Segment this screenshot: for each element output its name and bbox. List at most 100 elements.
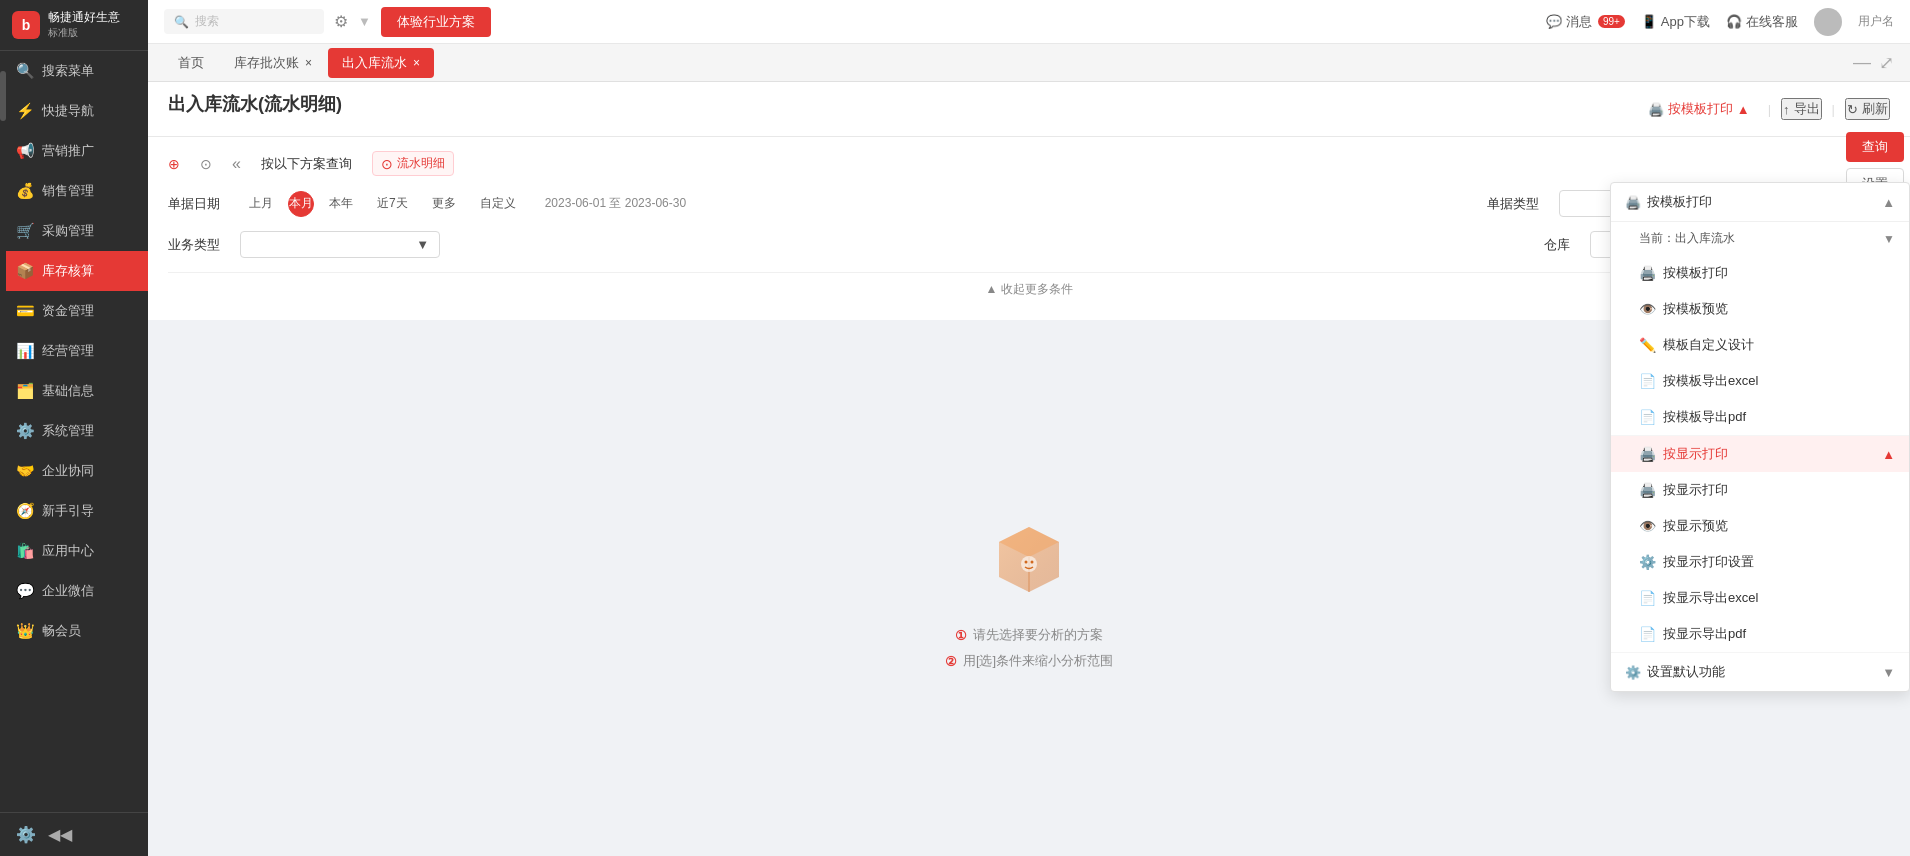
gear-icon[interactable]: ⚙ <box>334 12 348 31</box>
date-more-btn[interactable]: 更多 <box>423 191 465 216</box>
sidebar-item-label: 企业微信 <box>42 582 94 600</box>
sidebar-item-wxwork[interactable]: 💬 企业微信 <box>0 571 148 611</box>
display-print-group-icon: 🖨️ <box>1639 446 1655 462</box>
tab-batch-ledger[interactable]: 库存批次账 × <box>220 48 326 78</box>
sidebar-item-guide[interactable]: 🧭 新手引导 <box>0 491 148 531</box>
wxwork-icon: 💬 <box>16 582 34 600</box>
collapse-icon: ▲ <box>985 282 997 296</box>
dropdown-item-template-excel[interactable]: 📄 按模板导出excel <box>1611 363 1909 399</box>
dropdown-item-display-preview[interactable]: 👁️ 按显示预览 <box>1611 508 1909 544</box>
dropdown-item-display-print-group[interactable]: 🖨️ 按显示打印 ▲ <box>1611 436 1909 472</box>
tabs-bar: 首页 库存批次账 × 出入库流水 × — ⤢ <box>148 44 1910 82</box>
sidebar-item-system[interactable]: ⚙️ 系统管理 <box>0 411 148 451</box>
template-custom-item-label: 模板自定义设计 <box>1663 336 1754 354</box>
app-download-icon: 📱 <box>1641 14 1657 29</box>
brand-info: 畅捷通好生意 标准版 <box>48 10 120 40</box>
dropdown-header: 🖨️ 按模板打印 ▲ <box>1611 183 1909 222</box>
dropdown-item-template-custom[interactable]: ✏️ 模板自定义设计 <box>1611 327 1909 363</box>
sidebar-item-inventory[interactable]: 📦 库存核算 <box>0 251 148 291</box>
display-preview-item-icon: 👁️ <box>1639 518 1655 534</box>
dropdown-header-label: 按模板打印 <box>1647 193 1712 211</box>
template-print-item-label: 按模板打印 <box>1663 264 1728 282</box>
dropdown-footer[interactable]: ⚙️ 设置默认功能 ▼ <box>1611 653 1909 691</box>
display-print-section: 🖨️ 按显示打印 ▲ 🖨️ 按显示打印 👁️ 按显示预览 ⚙️ 按显示打印设置 <box>1611 436 1909 653</box>
dropdown-item-template-pdf[interactable]: 📄 按模板导出pdf <box>1611 399 1909 435</box>
flow-detail-label: 流水明细 <box>397 155 445 172</box>
flow-detail-tag[interactable]: ⊙ 流水明细 <box>372 151 454 176</box>
settings-footer-icon: ⚙️ <box>1625 665 1641 680</box>
sidebar-item-label: 快捷导航 <box>42 102 94 120</box>
filter-row-1: ⊕ ⊙ « 按以下方案查询 ⊙ 流水明细 <box>168 151 1890 176</box>
dropdown-item-display-print-settings[interactable]: ⚙️ 按显示打印设置 <box>1611 544 1909 580</box>
message-group[interactable]: 💬 消息 99+ <box>1546 13 1625 31</box>
sidebar-item-sales[interactable]: 💰 销售管理 <box>0 171 148 211</box>
sidebar-item-marketing[interactable]: 📢 营销推广 <box>0 131 148 171</box>
sidebar-bottom: ⚙️ ◀◀ <box>0 812 148 856</box>
tab-maximize-icon[interactable]: ⤢ <box>1879 52 1894 74</box>
purchase-icon: 🛒 <box>16 222 34 240</box>
basic-icon: 🗂️ <box>16 382 34 400</box>
footer-chevron-down: ▼ <box>1882 665 1895 680</box>
sidebar-item-appstore[interactable]: 🛍️ 应用中心 <box>0 531 148 571</box>
tab-inout-flow-close[interactable]: × <box>413 56 420 70</box>
online-service-group[interactable]: 🎧 在线客服 <box>1726 13 1798 31</box>
sidebar-item-search[interactable]: 🔍 搜索菜单 <box>0 51 148 91</box>
trial-btn[interactable]: 体验行业方案 <box>381 7 491 37</box>
dropdown-item-template-preview[interactable]: 👁️ 按模板预览 <box>1611 291 1909 327</box>
filter-add-btn[interactable]: ⊕ <box>168 156 180 172</box>
date-this-month-btn[interactable]: 本月 <box>288 191 314 217</box>
tab-inout-flow[interactable]: 出入库流水 × <box>328 48 434 78</box>
app-download-group[interactable]: 📱 App下载 <box>1641 13 1710 31</box>
export-btn[interactable]: ↑ 导出 <box>1781 98 1822 120</box>
sidebar-item-membership[interactable]: 👑 畅会员 <box>0 611 148 651</box>
sidebar-item-finance[interactable]: 💳 资金管理 <box>0 291 148 331</box>
tab-minimize-icon[interactable]: — <box>1853 52 1871 73</box>
settings-bottom-icon[interactable]: ⚙️ <box>16 825 36 844</box>
sidebar-item-operation[interactable]: 📊 经营管理 <box>0 331 148 371</box>
avatar[interactable] <box>1814 8 1842 36</box>
filter-settings-btn[interactable]: ⊙ <box>200 156 212 172</box>
app-download-label: App下载 <box>1661 13 1710 31</box>
display-preview-item-label: 按显示预览 <box>1663 517 1728 535</box>
filter-collapse-left-btn[interactable]: « <box>232 155 241 173</box>
tag-icon: ⊙ <box>381 156 393 172</box>
filter-scheme-label: 按以下方案查询 <box>261 155 352 173</box>
date-this-year-btn[interactable]: 本年 <box>320 191 362 216</box>
dropdown-arrow: ▼ <box>358 14 371 29</box>
operation-icon: 📊 <box>16 342 34 360</box>
dropdown-collapse-btn[interactable]: ▲ <box>1882 195 1895 210</box>
tab-batch-ledger-label: 库存批次账 <box>234 54 299 72</box>
dropdown-item-display-pdf[interactable]: 📄 按显示导出pdf <box>1611 616 1909 652</box>
action-divider2: | <box>1832 102 1835 117</box>
query-btn[interactable]: 查询 <box>1846 132 1904 162</box>
topbar-right: 💬 消息 99+ 📱 App下载 🎧 在线客服 用户名 <box>1546 8 1894 36</box>
dropdown-item-template-print[interactable]: 🖨️ 按模板打印 <box>1611 255 1909 291</box>
template-print-btn[interactable]: 🖨️ 按模板打印 ▲ <box>1640 96 1758 122</box>
dropdown-item-display-print[interactable]: 🖨️ 按显示打印 <box>1611 472 1909 508</box>
sidebar-item-quick-nav[interactable]: ⚡ 快捷导航 <box>0 91 148 131</box>
sidebar-item-enterprise[interactable]: 🤝 企业协同 <box>0 451 148 491</box>
sidebar-item-label: 经营管理 <box>42 342 94 360</box>
empty-tip-1: ① 请先选择要分析的方案 <box>955 626 1103 644</box>
dropdown-footer-label: 设置默认功能 <box>1647 663 1725 681</box>
date-last-7days-btn[interactable]: 近7天 <box>368 191 417 216</box>
display-excel-item-label: 按显示导出excel <box>1663 589 1758 607</box>
date-custom-btn[interactable]: 自定义 <box>471 191 525 216</box>
search-box[interactable]: 🔍 搜索 <box>164 9 324 34</box>
refresh-btn[interactable]: ↻ 刷新 <box>1845 98 1890 120</box>
date-last-month-btn[interactable]: 上月 <box>240 191 282 216</box>
search-icon-topbar: 🔍 <box>174 15 189 29</box>
sidebar-item-basic[interactable]: 🗂️ 基础信息 <box>0 371 148 411</box>
tab-home[interactable]: 首页 <box>164 48 218 78</box>
empty-tip-2: ② 用[选]条件来缩小分析范围 <box>945 652 1113 670</box>
template-custom-item-icon: ✏️ <box>1639 337 1655 353</box>
dropdown-item-display-excel[interactable]: 📄 按显示导出excel <box>1611 580 1909 616</box>
date-filter-label: 单据日期 <box>168 195 220 213</box>
printer-icon: 🖨️ <box>1648 102 1664 117</box>
sidebar-item-purchase[interactable]: 🛒 采购管理 <box>0 211 148 251</box>
business-type-select[interactable]: ▼ <box>240 231 440 258</box>
fold-sidebar-icon[interactable]: ◀◀ <box>48 825 72 844</box>
tab-batch-ledger-close[interactable]: × <box>305 56 312 70</box>
warehouse-label: 仓库 <box>1544 236 1570 254</box>
sidebar-item-label: 库存核算 <box>42 262 94 280</box>
